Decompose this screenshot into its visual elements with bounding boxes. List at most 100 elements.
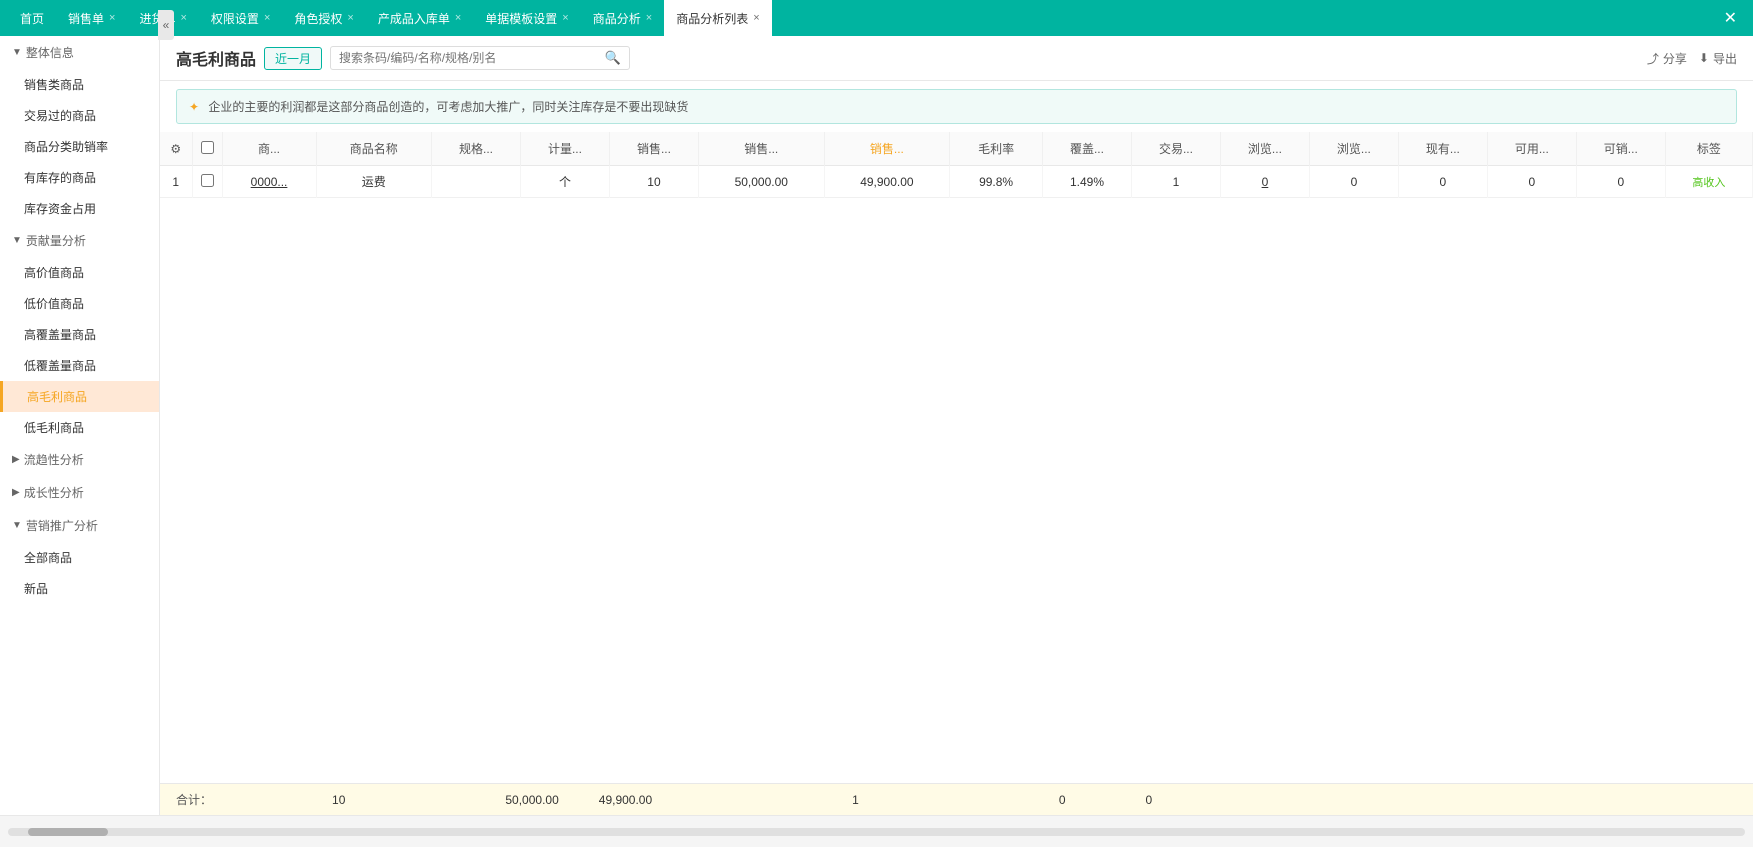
footer-transaction: 1: [852, 793, 859, 807]
sidebar-group-overall[interactable]: ▼ 整体信息: [0, 36, 159, 69]
cell-browse2: 0: [1309, 166, 1398, 198]
export-button[interactable]: ⬇ 导出: [1699, 50, 1737, 67]
footer-sales-amount: 50,000.00: [505, 793, 558, 807]
sidebar-item-new-goods[interactable]: 新品: [0, 573, 159, 604]
nav-product-entry[interactable]: 产成品入库单 ×: [366, 0, 473, 36]
nav-permissions-close[interactable]: ×: [264, 12, 270, 24]
filter-button[interactable]: 近一月: [264, 47, 322, 70]
col-browse1[interactable]: 浏览...: [1220, 132, 1309, 166]
cell-code[interactable]: 0000...: [222, 166, 316, 198]
col-unit[interactable]: 计量...: [521, 132, 610, 166]
select-all-checkbox[interactable]: [201, 141, 214, 154]
row-checkbox[interactable]: [201, 174, 214, 187]
col-name[interactable]: 商品名称: [316, 132, 431, 166]
cell-available: 0: [1487, 166, 1576, 198]
nav-permissions[interactable]: 权限设置 ×: [199, 0, 282, 36]
table-wrapper[interactable]: ⚙ 商... 商品名称 规格...: [160, 132, 1753, 783]
search-icon[interactable]: 🔍: [605, 50, 621, 66]
footer-available: 0: [1146, 793, 1153, 807]
scrollbar-track[interactable]: [8, 828, 1745, 836]
content-area: 高毛利商品 近一月 🔍 ⤴ 分享 ⬇ 导出 ✦ 企业的主要的利润都是这部分商品创…: [160, 36, 1753, 815]
cell-spec: [432, 166, 521, 198]
col-margin[interactable]: 毛利率: [950, 132, 1043, 166]
sidebar-item-low-coverage[interactable]: 低覆盖量商品: [0, 350, 159, 381]
col-sales-amount[interactable]: 销售...: [698, 132, 824, 166]
sidebar-item-high-coverage[interactable]: 高覆盖量商品: [0, 319, 159, 350]
cell-sellable: 0: [1576, 166, 1665, 198]
sidebar-item-in-stock[interactable]: 有库存的商品: [0, 162, 159, 193]
cell-transaction: 1: [1131, 166, 1220, 198]
cell-sales-amount: 50,000.00: [698, 166, 824, 198]
arrow-contribution: ▼: [12, 235, 22, 246]
sidebar-item-sales-goods[interactable]: 销售类商品: [0, 69, 159, 100]
col-sales-profit[interactable]: 销售...: [824, 132, 950, 166]
table-header-row: ⚙ 商... 商品名称 规格...: [160, 132, 1753, 166]
sidebar-item-all-goods[interactable]: 全部商品: [0, 542, 159, 573]
page-title: 高毛利商品: [176, 46, 256, 70]
window-close-button[interactable]: ✕: [1716, 8, 1745, 28]
sidebar-collapse-button[interactable]: «: [158, 10, 174, 40]
nav-home[interactable]: 首页: [8, 0, 56, 36]
scrollbar-thumb[interactable]: [28, 828, 108, 836]
main-layout: ▼ 整体信息 销售类商品 交易过的商品 商品分类助销率 有库存的商品 库存资金占…: [0, 36, 1753, 815]
sidebar-item-low-value[interactable]: 低价值商品: [0, 288, 159, 319]
share-icon: ⤴: [1647, 50, 1659, 67]
sidebar-group-marketing[interactable]: ▼ 营销推广分析: [0, 509, 159, 542]
sidebar-item-low-margin[interactable]: 低毛利商品: [0, 412, 159, 443]
sidebar-item-high-value[interactable]: 高价值商品: [0, 257, 159, 288]
search-input[interactable]: [339, 51, 605, 65]
footer-sales-qty: 10: [332, 793, 345, 807]
nav-sales-close[interactable]: ×: [109, 12, 115, 24]
nav-roles[interactable]: 角色授权 ×: [282, 0, 365, 36]
sidebar-item-stock-capital[interactable]: 库存资金占用: [0, 193, 159, 224]
bottom-scrollbar: [0, 815, 1753, 847]
nav-sales[interactable]: 销售单 ×: [56, 0, 127, 36]
col-checkbox: [192, 132, 222, 166]
col-current-stock[interactable]: 现有...: [1398, 132, 1487, 166]
nav-product-entry-close[interactable]: ×: [455, 12, 461, 24]
cell-tag: 高收入: [1665, 166, 1752, 198]
info-icon: ✦: [189, 100, 199, 114]
footer-current-stock: 0: [1059, 793, 1066, 807]
nav-goods-analysis[interactable]: 商品分析 ×: [581, 0, 664, 36]
sidebar-group-contribution[interactable]: ▼ 贡献量分析: [0, 224, 159, 257]
nav-purchase-close[interactable]: ×: [180, 12, 186, 24]
tag-badge: 高收入: [1692, 177, 1725, 189]
cell-current-stock: 0: [1398, 166, 1487, 198]
sidebar-item-category-rate[interactable]: 商品分类助销率: [0, 131, 159, 162]
nav-goods-analysis-close[interactable]: ×: [646, 12, 652, 24]
col-spec[interactable]: 规格...: [432, 132, 521, 166]
col-sales-qty[interactable]: 销售...: [609, 132, 698, 166]
nav-template-close[interactable]: ×: [562, 12, 568, 24]
col-available[interactable]: 可用...: [1487, 132, 1576, 166]
browse1-link[interactable]: 0: [1262, 175, 1269, 189]
nav-template[interactable]: 单据模板设置 ×: [473, 0, 580, 36]
col-settings[interactable]: ⚙: [160, 132, 192, 166]
cell-name: 运费: [316, 166, 431, 198]
nav-roles-close[interactable]: ×: [347, 12, 353, 24]
col-browse2[interactable]: 浏览...: [1309, 132, 1398, 166]
col-tag[interactable]: 标签: [1665, 132, 1752, 166]
info-bar: ✦ 企业的主要的利润都是这部分商品创造的，可考虑加大推广，同时关注库存是不要出现…: [176, 89, 1737, 124]
sidebar-item-traded-goods[interactable]: 交易过的商品: [0, 100, 159, 131]
footer-bar: 合计： 10 50,000.00 49,900.00 1 0 0: [160, 783, 1753, 815]
cell-checkbox: [192, 166, 222, 198]
col-sellable[interactable]: 可销...: [1576, 132, 1665, 166]
col-code[interactable]: 商...: [222, 132, 316, 166]
cell-browse1[interactable]: 0: [1220, 166, 1309, 198]
col-transaction[interactable]: 交易...: [1131, 132, 1220, 166]
footer-sales-profit: 49,900.00: [599, 793, 652, 807]
sidebar-item-high-margin[interactable]: 高毛利商品: [0, 381, 159, 412]
cell-sales-qty: 10: [609, 166, 698, 198]
share-button[interactable]: ⤴ 分享: [1647, 50, 1687, 67]
sidebar-group-trend[interactable]: ▶ 流趋性分析: [0, 443, 159, 476]
sidebar: ▼ 整体信息 销售类商品 交易过的商品 商品分类助销率 有库存的商品 库存资金占…: [0, 36, 160, 815]
cell-index: 1: [160, 166, 192, 198]
goods-table: ⚙ 商... 商品名称 规格...: [160, 132, 1753, 198]
nav-goods-analysis-list-close[interactable]: ×: [753, 12, 759, 24]
cell-margin: 99.8%: [950, 166, 1043, 198]
content-header: 高毛利商品 近一月 🔍 ⤴ 分享 ⬇ 导出: [160, 36, 1753, 81]
sidebar-group-growth[interactable]: ▶ 成长性分析: [0, 476, 159, 509]
nav-goods-analysis-list[interactable]: 商品分析列表 ×: [664, 0, 771, 36]
col-coverage[interactable]: 覆盖...: [1042, 132, 1131, 166]
